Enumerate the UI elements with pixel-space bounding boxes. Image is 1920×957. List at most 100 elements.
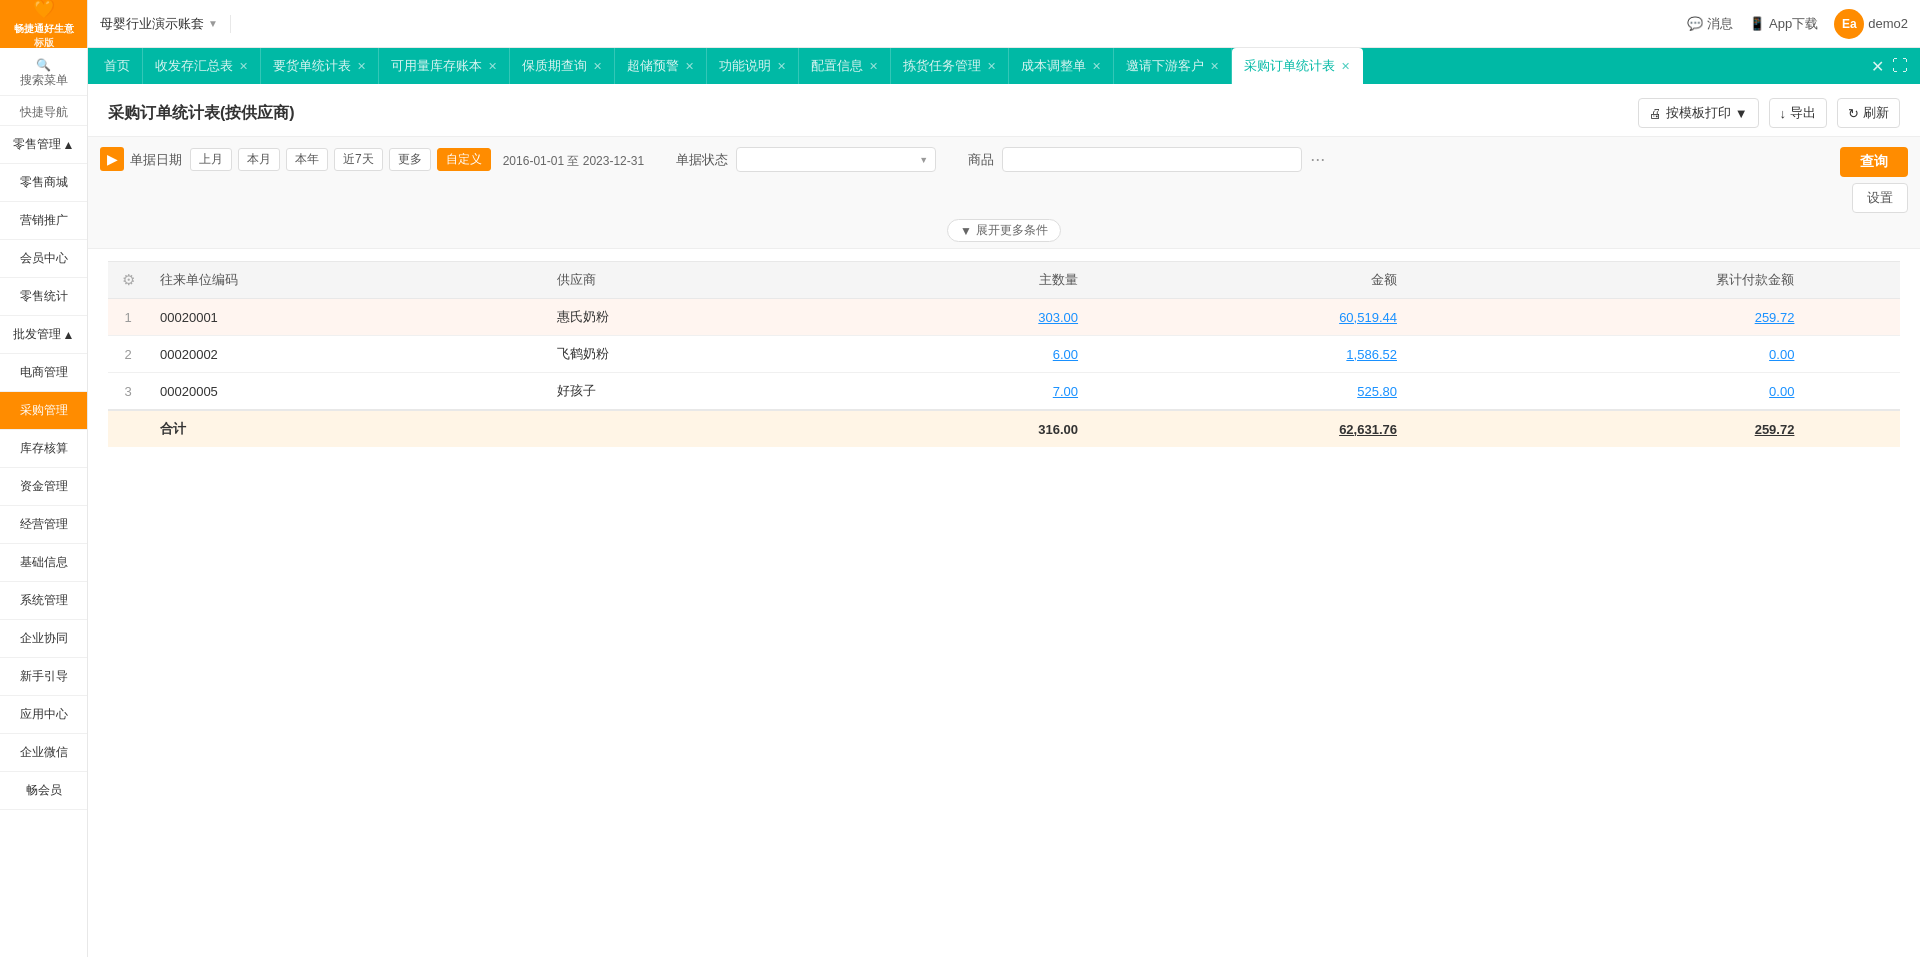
tab-peizhi[interactable]: 配置信息 ✕ [799,48,891,84]
tab-close-icon[interactable]: ✕ [593,60,602,73]
main-area: 母婴行业演示账套 ▼ 💬 消息 📱 App下载 Ea demo2 首页 [88,0,1920,957]
app-download-btn[interactable]: 📱 App下载 [1749,15,1818,33]
tab-zhihuo[interactable]: 拣货任务管理 ✕ [891,48,1009,84]
sidebar-item-stock[interactable]: 库存核算 [0,430,87,468]
page-header: 采购订单统计表(按供应商) 🖨 按模板打印 ▼ ↓ 导出 ↻ 刷新 [88,84,1920,136]
tab-close-icon[interactable]: ✕ [1341,60,1350,73]
cell-paid[interactable]: 259.72 [1409,299,1806,336]
table-container: ⚙ 往来单位编码 供应商 主数量 金额 累计付款金额 1 00020001 惠氏… [88,249,1920,459]
close-all-tabs-btn[interactable]: ✕ [1871,57,1884,76]
tab-close-icon[interactable]: ✕ [488,60,497,73]
sidebar-item-appstore[interactable]: 应用中心 [0,696,87,734]
tab-close-icon[interactable]: ✕ [987,60,996,73]
col-paid: 累计付款金额 [1409,262,1806,299]
query-button[interactable]: 查询 [1840,147,1908,177]
cell-amount[interactable]: 1,586.52 [1090,336,1409,373]
tab-close-icon[interactable]: ✕ [869,60,878,73]
more-filter-icon[interactable]: ··· [1310,149,1325,170]
tab-close-icon[interactable]: ✕ [1210,60,1219,73]
col-gear: ⚙ [108,262,148,299]
topbar: 母婴行业演示账套 ▼ 💬 消息 📱 App下载 Ea demo2 [88,0,1920,48]
tab-close-icon[interactable]: ✕ [777,60,786,73]
refresh-button[interactable]: ↻ 刷新 [1837,98,1900,128]
cell-code: 00020002 [148,336,545,373]
date-shortcuts: 上月 本月 本年 近7天 更多 自定义 [190,148,491,171]
export-button[interactable]: ↓ 导出 [1769,98,1828,128]
tab-chengben[interactable]: 成本调整单 ✕ [1009,48,1114,84]
goods-filter-label: 商品 [968,151,994,169]
user-avatar[interactable]: Ea demo2 [1834,9,1908,39]
tab-yaoqing[interactable]: 邀请下游客户 ✕ [1114,48,1232,84]
col-extra [1806,262,1900,299]
table-footer-row: 合计 316.00 62,631.76 259.72 [108,410,1900,447]
sidebar-item-newguide[interactable]: 新手引导 [0,658,87,696]
content-area: 采购订单统计表(按供应商) 🖨 按模板打印 ▼ ↓ 导出 ↻ 刷新 [88,84,1920,957]
maximize-btn[interactable]: ⛶ [1892,57,1908,75]
logo-sub: 标版 [34,36,54,50]
sidebar-item-member[interactable]: 会员中心 [0,240,87,278]
workspace-name: 母婴行业演示账套 [100,15,204,33]
sidebar-item-wechat[interactable]: 企业微信 [0,734,87,772]
date-btn-this-month[interactable]: 本月 [238,148,280,171]
sidebar-item-vip[interactable]: 畅会员 [0,772,87,810]
sidebar-item-retail-stat[interactable]: 零售统计 [0,278,87,316]
date-btn-last-month[interactable]: 上月 [190,148,232,171]
tab-chaochuyujing[interactable]: 超储预警 ✕ [615,48,707,84]
gear-icon[interactable]: ⚙ [122,271,135,288]
sidebar-item-purchase[interactable]: 采购管理 [0,392,87,430]
logo-text: 畅捷通好生意 [14,22,74,36]
tab-close-icon[interactable]: ✕ [239,60,248,73]
cell-amount[interactable]: 60,519.44 [1090,299,1409,336]
sidebar-item-search[interactable]: 🔍 搜索菜单 [0,48,87,96]
sidebar-item-quicknav[interactable]: 快捷导航 [0,96,87,126]
print-button[interactable]: 🖨 按模板打印 ▼ [1638,98,1759,128]
tab-baozhi[interactable]: 保质期查询 ✕ [510,48,615,84]
print-icon: 🖨 [1649,106,1662,121]
tab-close-icon[interactable]: ✕ [1092,60,1101,73]
date-btn-this-year[interactable]: 本年 [286,148,328,171]
cell-amount[interactable]: 525.80 [1090,373,1409,411]
goods-input[interactable] [1002,147,1302,172]
cell-extra [1806,336,1900,373]
cell-qty[interactable]: 303.00 [842,299,1090,336]
sidebar-item-system[interactable]: 系统管理 [0,582,87,620]
date-btn-more[interactable]: 更多 [389,148,431,171]
cell-paid[interactable]: 0.00 [1409,336,1806,373]
tab-yaohuo[interactable]: 要货单统计表 ✕ [261,48,379,84]
sidebar-item-finance[interactable]: 资金管理 [0,468,87,506]
table-header-row: ⚙ 往来单位编码 供应商 主数量 金额 累计付款金额 [108,262,1900,299]
tab-caigou-stat[interactable]: 采购订单统计表 ✕ [1232,48,1363,84]
expand-icon: ▼ [960,224,972,238]
date-range-display: 2016-01-01 至 2023-12-31 [503,153,644,170]
date-btn-custom[interactable]: 自定义 [437,148,491,171]
cell-qty[interactable]: 7.00 [842,373,1090,411]
sidebar-item-marketing[interactable]: 营销推广 [0,202,87,240]
sidebar-item-batch[interactable]: 批发管理 ▲ [0,316,87,354]
workspace-selector[interactable]: 母婴行业演示账套 ▼ [100,15,231,33]
sidebar: 🧡 畅捷通好生意 标版 🔍 搜索菜单 快捷导航 零售管理 ▲ 零售商城 营销推广… [0,0,88,957]
status-select[interactable] [736,147,936,172]
sidebar-item-retail-shop[interactable]: 零售商城 [0,164,87,202]
tab-home[interactable]: 首页 [92,48,143,84]
settings-button[interactable]: 设置 [1852,183,1908,213]
cell-paid[interactable]: 0.00 [1409,373,1806,411]
messages-btn[interactable]: 💬 消息 [1687,15,1733,33]
status-filter-label: 单据状态 [676,151,728,169]
cell-qty[interactable]: 6.00 [842,336,1090,373]
sidebar-item-ecommerce[interactable]: 电商管理 [0,354,87,392]
cell-extra [1806,373,1900,411]
tab-gongneng[interactable]: 功能说明 ✕ [707,48,799,84]
sidebar-item-base[interactable]: 基础信息 [0,544,87,582]
filter-toggle-btn[interactable]: ▶ [100,147,124,171]
tab-close-icon[interactable]: ✕ [685,60,694,73]
footer-empty [108,410,148,447]
cell-supplier: 飞鹤奶粉 [545,336,841,373]
sidebar-item-retail[interactable]: 零售管理 ▲ [0,126,87,164]
sidebar-item-ops[interactable]: 经营管理 [0,506,87,544]
tab-keyong[interactable]: 可用量库存账本 ✕ [379,48,510,84]
date-btn-7days[interactable]: 近7天 [334,148,383,171]
sidebar-item-enterprise[interactable]: 企业协同 [0,620,87,658]
tab-close-icon[interactable]: ✕ [357,60,366,73]
expand-more-button[interactable]: ▼ 展开更多条件 [947,219,1061,242]
tab-shoufa[interactable]: 收发存汇总表 ✕ [143,48,261,84]
